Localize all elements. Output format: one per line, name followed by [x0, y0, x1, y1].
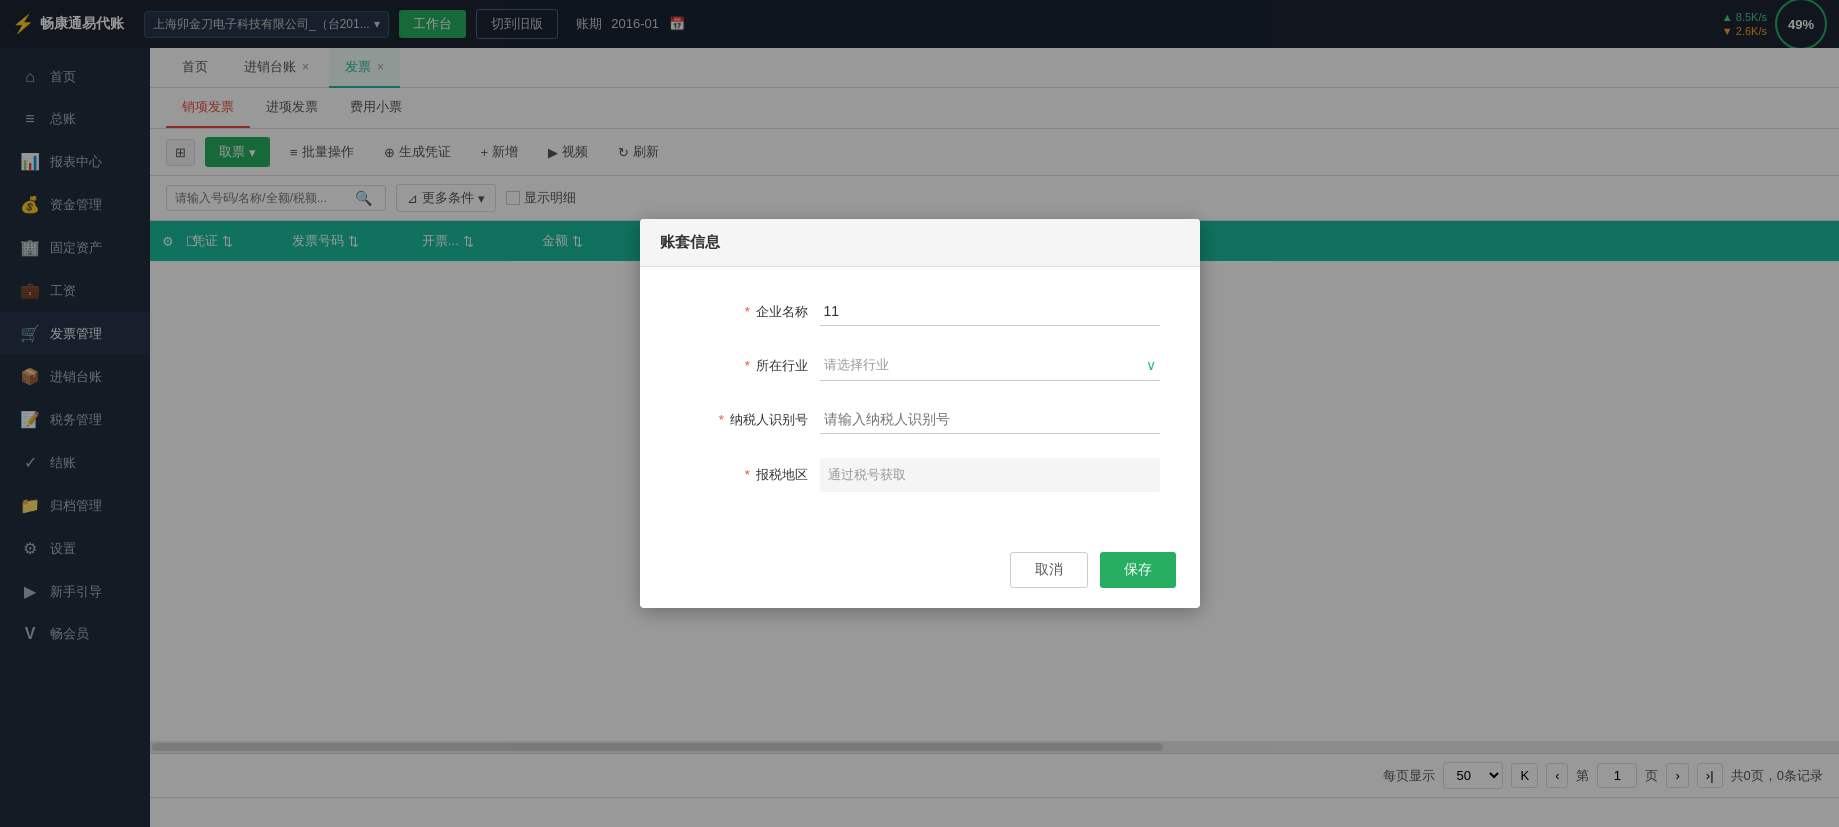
company-name-label: * 企业名称 [680, 303, 820, 321]
tax-region-readonly: 通过税号获取 [820, 458, 1160, 492]
modal-overlay: 账套信息 * 企业名称 * 所在行业 请选择行业 ∨ [0, 0, 1839, 827]
industry-placeholder: 请选择行业 [824, 356, 1146, 374]
industry-select[interactable]: 请选择行业 ∨ [820, 350, 1160, 381]
industry-label: * 所在行业 [680, 357, 820, 375]
industry-dropdown-icon: ∨ [1146, 357, 1156, 373]
save-button[interactable]: 保存 [1100, 552, 1176, 588]
modal-body: * 企业名称 * 所在行业 请选择行业 ∨ * [640, 267, 1200, 536]
form-row-industry: * 所在行业 请选择行业 ∨ [680, 350, 1160, 381]
modal-footer: 取消 保存 [640, 536, 1200, 608]
tax-region-label: * 报税地区 [680, 466, 820, 484]
modal-account-info: 账套信息 * 企业名称 * 所在行业 请选择行业 ∨ [640, 219, 1200, 608]
form-row-tax-region: * 报税地区 通过税号获取 [680, 458, 1160, 492]
tax-id-input[interactable] [820, 405, 1160, 434]
company-name-input[interactable] [820, 297, 1160, 326]
form-row-company: * 企业名称 [680, 297, 1160, 326]
tax-id-label: * 纳税人识别号 [680, 411, 820, 429]
form-row-tax-id: * 纳税人识别号 [680, 405, 1160, 434]
modal-title: 账套信息 [640, 219, 1200, 267]
cancel-button[interactable]: 取消 [1010, 552, 1088, 588]
